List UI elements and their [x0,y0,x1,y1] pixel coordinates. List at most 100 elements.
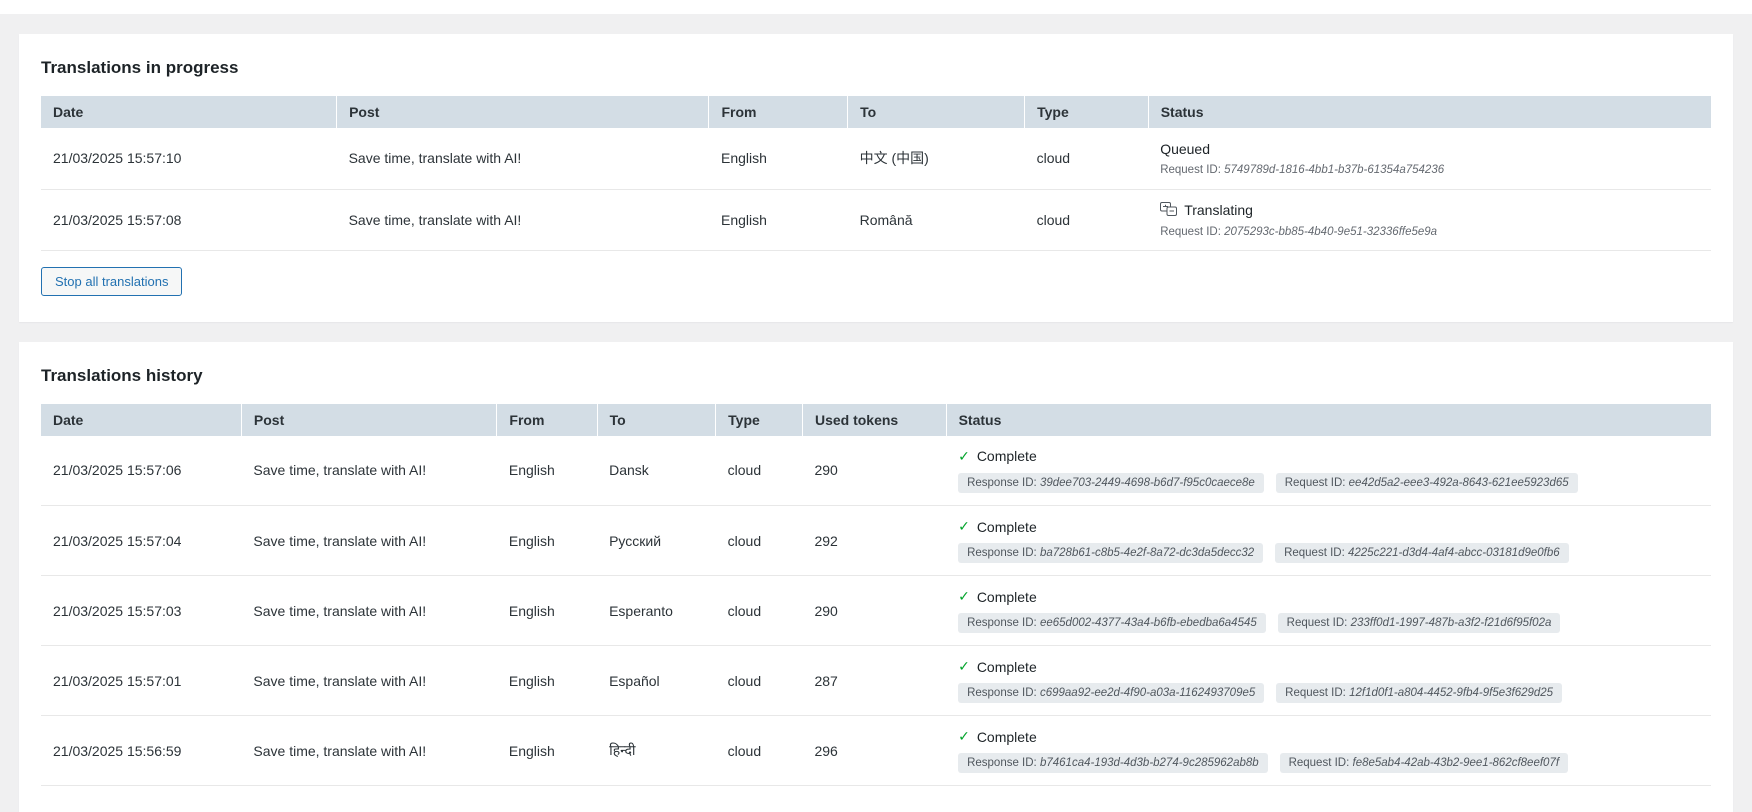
table-row: 21/03/2025 15:56:59 Save time, translate… [41,716,1711,786]
request-id-badge: Request ID: 233ff0d1-1997-487b-a3f2-f21d… [1278,613,1561,633]
request-id-badge: Request ID: ee42d5a2-eee3-492a-8643-621e… [1276,473,1578,493]
check-icon: ✓ [958,588,970,605]
cell-status: Translating Request ID: 2075293c-bb85-4b… [1148,189,1711,250]
response-id-badge: Response ID: ee65d002-4377-43a4-b6fb-ebe… [958,613,1266,633]
in-progress-table: Date Post From To Type Status 21/03/2025… [41,96,1711,251]
cell-from: English [497,576,597,646]
cell-post: Save time, translate with AI! [241,716,497,786]
request-id-badge: Request ID: fe8e5ab4-42ab-43b2-9ee1-862c… [1280,753,1568,773]
column-header-to: To [848,96,1025,128]
cell-type: cloud [716,576,803,646]
request-id-text: Request ID: 5749789d-1816-4bb1-b37b-6135… [1160,164,1699,176]
cell-status: ✓ Complete Response ID: c699aa92-ee2d-4f… [946,646,1711,716]
cell-from: English [497,646,597,716]
translations-history-card: Translations history Date Post From To T… [19,342,1733,812]
check-icon: ✓ [958,518,970,535]
request-id-badge: Request ID: 4225c221-d3d4-4af4-abcc-0318… [1275,543,1569,563]
cell-to: हिन्दी [597,716,716,786]
cell-to: Română [848,189,1025,250]
column-header-type: Type [1025,96,1149,128]
in-progress-title: Translations in progress [41,58,1711,78]
cell-post: Save time, translate with AI! [241,576,497,646]
column-header-post: Post [337,96,709,128]
table-row: 21/03/2025 15:57:03 Save time, translate… [41,576,1711,646]
history-header-row: Date Post From To Type Used tokens Statu… [41,404,1711,436]
cell-from: English [497,506,597,576]
cell-to: Dansk [597,436,716,506]
cell-type: cloud [716,646,803,716]
cell-post: Save time, translate with AI! [337,128,709,189]
cell-date: 21/03/2025 15:57:10 [41,128,337,189]
request-id-text: Request ID: 2075293c-bb85-4b40-9e51-3233… [1160,226,1699,238]
cell-post: Save time, translate with AI! [241,506,497,576]
status-text: Translating [1184,202,1253,218]
cell-to: 中文 (中国) [848,128,1025,189]
table-row: 21/03/2025 15:57:04 Save time, translate… [41,506,1711,576]
cell-used-tokens: 292 [802,506,946,576]
top-bar [0,0,1752,14]
cell-type: cloud [716,506,803,576]
status-text: Complete [977,519,1037,535]
cell-status: ✓ Complete Response ID: 39dee703-2449-46… [946,436,1711,506]
column-header-to: To [597,404,716,436]
translations-in-progress-card: Translations in progress Date Post From … [19,34,1733,322]
cell-to: Español [597,646,716,716]
column-header-post: Post [241,404,497,436]
column-header-from: From [709,96,848,128]
response-id-badge: Response ID: c699aa92-ee2d-4f90-a03a-116… [958,683,1264,703]
cell-status: ✓ Complete Response ID: ee65d002-4377-43… [946,576,1711,646]
cell-status: Queued Request ID: 5749789d-1816-4bb1-b3… [1148,128,1711,189]
translating-icon [1160,202,1177,219]
table-row: 21/03/2025 15:57:06 Save time, translate… [41,436,1711,506]
table-row: 21/03/2025 15:57:08 Save time, translate… [41,189,1711,250]
cell-from: English [497,716,597,786]
cell-to: Русский [597,506,716,576]
cell-status: ✓ Complete Response ID: ba728b61-c8b5-4e… [946,506,1711,576]
cell-used-tokens: 290 [802,576,946,646]
response-id-badge: Response ID: b7461ca4-193d-4d3b-b274-9c2… [958,753,1268,773]
cell-date: 21/03/2025 15:56:59 [41,716,241,786]
check-icon: ✓ [958,658,970,675]
cell-used-tokens: 296 [802,716,946,786]
cell-from: English [709,189,848,250]
cell-type: cloud [1025,189,1149,250]
in-progress-header-row: Date Post From To Type Status [41,96,1711,128]
cell-type: cloud [716,436,803,506]
status-text: Complete [977,729,1037,745]
column-header-date: Date [41,96,337,128]
request-id-badge: Request ID: 12f1d0f1-a804-4452-9fb4-9f5e… [1276,683,1562,703]
column-header-used-tokens: Used tokens [802,404,946,436]
cell-post: Save time, translate with AI! [241,436,497,506]
cell-used-tokens: 290 [802,436,946,506]
cell-date: 21/03/2025 15:57:01 [41,646,241,716]
column-header-status: Status [1148,96,1711,128]
check-icon: ✓ [958,728,970,745]
stop-all-translations-button[interactable]: Stop all translations [41,267,182,296]
history-title: Translations history [41,366,1711,386]
column-header-date: Date [41,404,241,436]
cell-type: cloud [1025,128,1149,189]
status-text: Queued [1160,141,1699,157]
table-row: 21/03/2025 15:57:10 Save time, translate… [41,128,1711,189]
column-header-from: From [497,404,597,436]
status-text: Complete [977,589,1037,605]
cell-date: 21/03/2025 15:57:04 [41,506,241,576]
cell-from: English [709,128,848,189]
cell-from: English [497,436,597,506]
cell-date: 21/03/2025 15:57:03 [41,576,241,646]
column-header-type: Type [716,404,803,436]
status-text: Complete [977,448,1037,464]
cell-date: 21/03/2025 15:57:06 [41,436,241,506]
table-row: 21/03/2025 15:57:01 Save time, translate… [41,646,1711,716]
history-table: Date Post From To Type Used tokens Statu… [41,404,1711,787]
column-header-status: Status [946,404,1711,436]
cell-type: cloud [716,716,803,786]
cell-date: 21/03/2025 15:57:08 [41,189,337,250]
cell-to: Esperanto [597,576,716,646]
cell-status: ✓ Complete Response ID: b7461ca4-193d-4d… [946,716,1711,786]
cell-post: Save time, translate with AI! [241,646,497,716]
response-id-badge: Response ID: 39dee703-2449-4698-b6d7-f95… [958,473,1264,493]
cell-used-tokens: 287 [802,646,946,716]
response-id-badge: Response ID: ba728b61-c8b5-4e2f-8a72-dc3… [958,543,1263,563]
check-icon: ✓ [958,448,970,465]
